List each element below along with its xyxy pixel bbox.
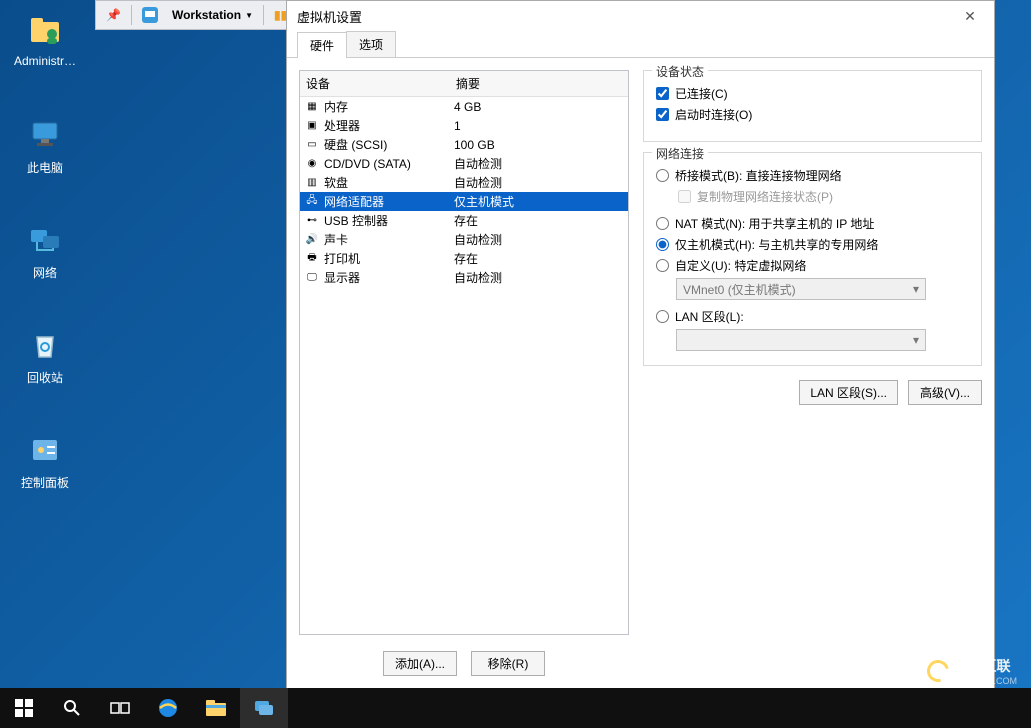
hw-row-floppy[interactable]: ▥软盘自动检测 (300, 173, 628, 192)
network-icon (25, 220, 65, 260)
radio-nat[interactable]: NAT 模式(N): 用于共享主机的 IP 地址 (656, 215, 969, 232)
custom-vmnet-select: VMnet0 (仅主机模式)▾ (676, 278, 926, 300)
hw-row-memory[interactable]: ▦内存4 GB (300, 97, 628, 116)
radio-custom[interactable]: 自定义(U): 特定虚拟网络 (656, 257, 969, 274)
pc-icon (25, 115, 65, 155)
start-button[interactable] (0, 688, 48, 728)
hardware-list[interactable]: 设备 摘要 ▦内存4 GB ▣处理器1 ▭硬盘 (SCSI)100 GB ◉CD… (299, 70, 629, 635)
cd-icon: ◉ (304, 157, 320, 171)
watermark: 创新互联 CDXWHL.COM (927, 656, 1018, 686)
vm-settings-dialog: 虚拟机设置 ✕ 硬件 选项 设备 摘要 ▦内存4 GB ▣处理器1 ▭硬盘 (S… (286, 0, 995, 728)
explorer-icon[interactable] (192, 688, 240, 728)
user-folder-icon (25, 10, 65, 50)
taskbar (0, 688, 1031, 728)
add-button[interactable]: 添加(A)... (383, 651, 457, 676)
desktop-icon-label: Administr… (14, 54, 76, 68)
network-connection-group: 网络连接 桥接模式(B): 直接连接物理网络 复制物理网络连接状态(P) NAT… (643, 152, 982, 366)
hw-row-cpu[interactable]: ▣处理器1 (300, 116, 628, 135)
tab-options[interactable]: 选项 (346, 31, 396, 57)
floppy-icon: ▥ (304, 176, 320, 190)
desktop-icon-administrator[interactable]: Administr… (5, 10, 85, 68)
dialog-title: 虚拟机设置 (297, 7, 362, 26)
hw-row-network[interactable]: 🖧网络适配器仅主机模式 (300, 192, 628, 211)
desktop-icon-label: 网络 (33, 266, 57, 280)
vmware-taskbar-icon[interactable] (240, 688, 288, 728)
checkbox-connected[interactable]: 已连接(C) (656, 85, 969, 102)
sound-icon: 🔊 (304, 233, 320, 247)
tab-hardware[interactable]: 硬件 (297, 32, 347, 58)
hardware-list-header: 设备 摘要 (300, 71, 628, 97)
remove-button[interactable]: 移除(R) (471, 651, 545, 676)
workstation-app-icon[interactable] (138, 5, 162, 25)
desktop-icon-label: 回收站 (27, 371, 63, 385)
col-device: 设备 (300, 71, 450, 96)
radio-lan-segment[interactable]: LAN 区段(L): (656, 308, 969, 325)
radio-hostonly[interactable]: 仅主机模式(H): 与主机共享的专用网络 (656, 236, 969, 253)
workstation-menu[interactable]: Workstation ▼ (168, 6, 257, 24)
hw-row-hdd[interactable]: ▭硬盘 (SCSI)100 GB (300, 135, 628, 154)
search-icon[interactable] (48, 688, 96, 728)
desktop-icon-this-pc[interactable]: 此电脑 (5, 115, 85, 176)
memory-icon: ▦ (304, 100, 320, 114)
hw-row-display[interactable]: 🖵显示器自动检测 (300, 268, 628, 287)
pin-icon[interactable]: 📌 (102, 6, 125, 24)
recycle-bin-icon (25, 325, 65, 365)
dialog-tabs: 硬件 选项 (287, 31, 994, 58)
network-connection-title: 网络连接 (652, 145, 708, 162)
desktop-icon-recycle-bin[interactable]: 回收站 (5, 325, 85, 386)
hw-row-cd[interactable]: ◉CD/DVD (SATA)自动检测 (300, 154, 628, 173)
close-button[interactable]: ✕ (956, 5, 984, 27)
printer-icon: 🖶 (304, 252, 320, 266)
workstation-toolbar: 📌 Workstation ▼ ▮▮ (95, 0, 298, 30)
usb-icon: ⊷ (304, 214, 320, 228)
chevron-down-icon: ▾ (913, 333, 919, 347)
radio-bridged[interactable]: 桥接模式(B): 直接连接物理网络 (656, 167, 969, 184)
lan-segment-select: .▾ (676, 329, 926, 351)
lan-segments-button[interactable]: LAN 区段(S)... (799, 380, 898, 405)
device-state-group: 设备状态 已连接(C) 启动时连接(O) (643, 70, 982, 142)
desktop-icon-network[interactable]: 网络 (5, 220, 85, 281)
hw-row-printer[interactable]: 🖶打印机存在 (300, 249, 628, 268)
desktop-icon-label: 此电脑 (27, 161, 63, 175)
network-adapter-icon: 🖧 (304, 195, 320, 209)
advanced-button[interactable]: 高级(V)... (908, 380, 982, 405)
watermark-logo-icon (922, 656, 952, 686)
hw-row-usb[interactable]: ⊷USB 控制器存在 (300, 211, 628, 230)
col-summary: 摘要 (450, 71, 628, 96)
chevron-down-icon: ▾ (913, 282, 919, 296)
task-view-icon[interactable] (96, 688, 144, 728)
desktop-icon-label: 控制面板 (21, 476, 69, 490)
device-state-title: 设备状态 (652, 63, 708, 80)
desktop-icon-control-panel[interactable]: 控制面板 (5, 430, 85, 491)
checkbox-replicate: 复制物理网络连接状态(P) (678, 188, 969, 205)
cpu-icon: ▣ (304, 119, 320, 133)
checkbox-connect-at-power[interactable]: 启动时连接(O) (656, 106, 969, 123)
hw-row-sound[interactable]: 🔊声卡自动检测 (300, 230, 628, 249)
hdd-icon: ▭ (304, 138, 320, 152)
control-panel-icon (25, 430, 65, 470)
display-icon: 🖵 (304, 271, 320, 285)
ie-icon[interactable] (144, 688, 192, 728)
dialog-titlebar: 虚拟机设置 ✕ (287, 1, 994, 31)
